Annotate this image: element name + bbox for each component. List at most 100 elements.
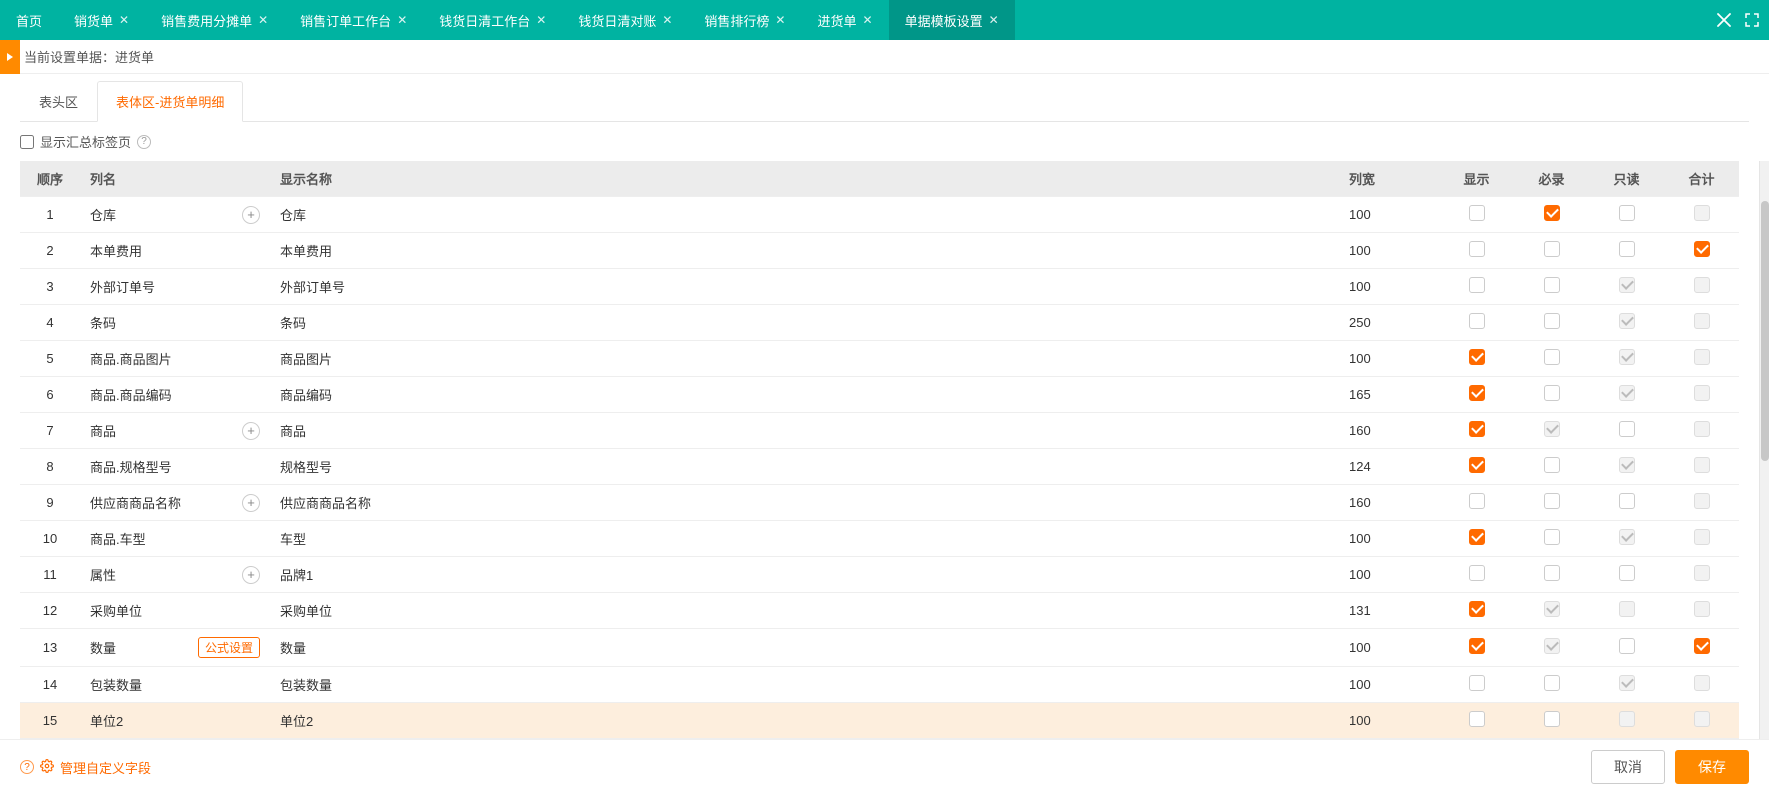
- cancel-button[interactable]: 取消: [1591, 750, 1665, 784]
- cell-width[interactable]: 100: [1339, 629, 1439, 667]
- cell-width[interactable]: 160: [1339, 485, 1439, 521]
- checkbox-show[interactable]: [1469, 385, 1485, 401]
- cell-width[interactable]: 100: [1339, 667, 1439, 703]
- table-row[interactable]: 3外部订单号外部订单号100: [20, 269, 1739, 305]
- checkbox-show[interactable]: [1469, 313, 1485, 329]
- cell-display-name[interactable]: 品牌1: [270, 557, 1339, 593]
- cell-display-name[interactable]: 仓库: [270, 197, 1339, 233]
- cell-display-name[interactable]: 数量: [270, 629, 1339, 667]
- checkbox-readonly[interactable]: [1619, 493, 1635, 509]
- cell-width[interactable]: 100: [1339, 703, 1439, 739]
- table-row[interactable]: 9供应商商品名称+供应商商品名称160: [20, 485, 1739, 521]
- checkbox-required[interactable]: [1544, 457, 1560, 473]
- table-row[interactable]: 4条码条码250: [20, 305, 1739, 341]
- checkbox-show[interactable]: [1469, 349, 1485, 365]
- table-row[interactable]: 11属性+品牌1100: [20, 557, 1739, 593]
- help-icon[interactable]: ?: [137, 135, 151, 149]
- cell-display-name[interactable]: 采购单位: [270, 593, 1339, 629]
- table-row[interactable]: 7商品+商品160: [20, 413, 1739, 449]
- checkbox-readonly[interactable]: [1619, 241, 1635, 257]
- tab-close-icon[interactable]: ✕: [662, 13, 672, 27]
- checkbox-show[interactable]: [1469, 601, 1485, 617]
- checkbox-required[interactable]: [1544, 349, 1560, 365]
- expand-sidebar-icon[interactable]: [0, 40, 20, 74]
- add-icon[interactable]: +: [242, 206, 260, 224]
- table-row[interactable]: 12采购单位采购单位131: [20, 593, 1739, 629]
- checkbox-readonly[interactable]: [1619, 205, 1635, 221]
- tab-close-icon[interactable]: ✕: [119, 13, 129, 27]
- scrollbar-thumb[interactable]: [1761, 201, 1769, 461]
- checkbox-show[interactable]: [1469, 493, 1485, 509]
- cell-display-name[interactable]: 规格型号: [270, 449, 1339, 485]
- checkbox-required[interactable]: [1544, 385, 1560, 401]
- top-tab-0[interactable]: 首页: [0, 0, 58, 40]
- table-row[interactable]: 10商品.车型车型100: [20, 521, 1739, 557]
- checkbox-show[interactable]: [1469, 529, 1485, 545]
- top-tab-7[interactable]: 进货单✕: [801, 0, 888, 40]
- table-row[interactable]: 6商品.商品编码商品编码165: [20, 377, 1739, 413]
- cell-width[interactable]: 100: [1339, 269, 1439, 305]
- table-row[interactable]: 8商品.规格型号规格型号124: [20, 449, 1739, 485]
- checkbox-readonly[interactable]: [1619, 565, 1635, 581]
- show-summary-checkbox[interactable]: [20, 135, 34, 149]
- checkbox-show[interactable]: [1469, 638, 1485, 654]
- checkbox-show[interactable]: [1469, 675, 1485, 691]
- tab-close-icon[interactable]: ✕: [258, 13, 268, 27]
- tab-close-icon[interactable]: ✕: [397, 13, 407, 27]
- cell-display-name[interactable]: 商品编码: [270, 377, 1339, 413]
- checkbox-total[interactable]: [1694, 241, 1710, 257]
- cell-width[interactable]: 100: [1339, 341, 1439, 377]
- tab-close-icon[interactable]: ✕: [775, 13, 785, 27]
- cell-width[interactable]: 100: [1339, 233, 1439, 269]
- cell-display-name[interactable]: 车型: [270, 521, 1339, 557]
- add-icon[interactable]: +: [242, 494, 260, 512]
- top-tab-8[interactable]: 单据模板设置✕: [889, 0, 1015, 40]
- cell-width[interactable]: 100: [1339, 557, 1439, 593]
- close-all-tabs-icon[interactable]: [1717, 13, 1731, 27]
- vertical-scrollbar[interactable]: [1759, 161, 1769, 739]
- checkbox-required[interactable]: [1544, 277, 1560, 293]
- cell-display-name[interactable]: 商品图片: [270, 341, 1339, 377]
- table-row[interactable]: 5商品.商品图片商品图片100: [20, 341, 1739, 377]
- table-row[interactable]: 2本单费用本单费用100: [20, 233, 1739, 269]
- checkbox-required[interactable]: [1544, 205, 1560, 221]
- sub-tab-1[interactable]: 表体区-进货单明细: [97, 81, 243, 122]
- checkbox-required[interactable]: [1544, 675, 1560, 691]
- cell-width[interactable]: 100: [1339, 521, 1439, 557]
- cell-display-name[interactable]: 商品: [270, 413, 1339, 449]
- top-tab-6[interactable]: 销售排行榜✕: [688, 0, 801, 40]
- table-row[interactable]: 14包装数量包装数量100: [20, 667, 1739, 703]
- cell-width[interactable]: 131: [1339, 593, 1439, 629]
- tab-close-icon[interactable]: ✕: [536, 13, 546, 27]
- tab-close-icon[interactable]: ✕: [989, 13, 999, 27]
- checkbox-required[interactable]: [1544, 711, 1560, 727]
- cell-width[interactable]: 250: [1339, 305, 1439, 341]
- table-row[interactable]: 15单位2单位2100: [20, 703, 1739, 739]
- cell-width[interactable]: 165: [1339, 377, 1439, 413]
- checkbox-total[interactable]: [1694, 638, 1710, 654]
- cell-display-name[interactable]: 本单费用: [270, 233, 1339, 269]
- checkbox-show[interactable]: [1469, 565, 1485, 581]
- cell-width[interactable]: 160: [1339, 413, 1439, 449]
- save-button[interactable]: 保存: [1675, 750, 1749, 784]
- checkbox-show[interactable]: [1469, 241, 1485, 257]
- manage-custom-fields-link[interactable]: 管理自定义字段: [60, 758, 151, 777]
- top-tab-3[interactable]: 销售订单工作台✕: [284, 0, 423, 40]
- fullscreen-icon[interactable]: [1745, 13, 1759, 27]
- checkbox-show[interactable]: [1469, 457, 1485, 473]
- checkbox-required[interactable]: [1544, 493, 1560, 509]
- cell-width[interactable]: 100: [1339, 197, 1439, 233]
- sub-tab-0[interactable]: 表头区: [20, 81, 97, 122]
- cell-display-name[interactable]: 包装数量: [270, 667, 1339, 703]
- checkbox-show[interactable]: [1469, 277, 1485, 293]
- cell-display-name[interactable]: 条码: [270, 305, 1339, 341]
- checkbox-show[interactable]: [1469, 711, 1485, 727]
- checkbox-readonly[interactable]: [1619, 638, 1635, 654]
- add-icon[interactable]: +: [242, 566, 260, 584]
- top-tab-1[interactable]: 销货单✕: [58, 0, 145, 40]
- table-row[interactable]: 1仓库+仓库100: [20, 197, 1739, 233]
- checkbox-required[interactable]: [1544, 529, 1560, 545]
- cell-display-name[interactable]: 供应商商品名称: [270, 485, 1339, 521]
- tab-close-icon[interactable]: ✕: [863, 13, 873, 27]
- add-icon[interactable]: +: [242, 422, 260, 440]
